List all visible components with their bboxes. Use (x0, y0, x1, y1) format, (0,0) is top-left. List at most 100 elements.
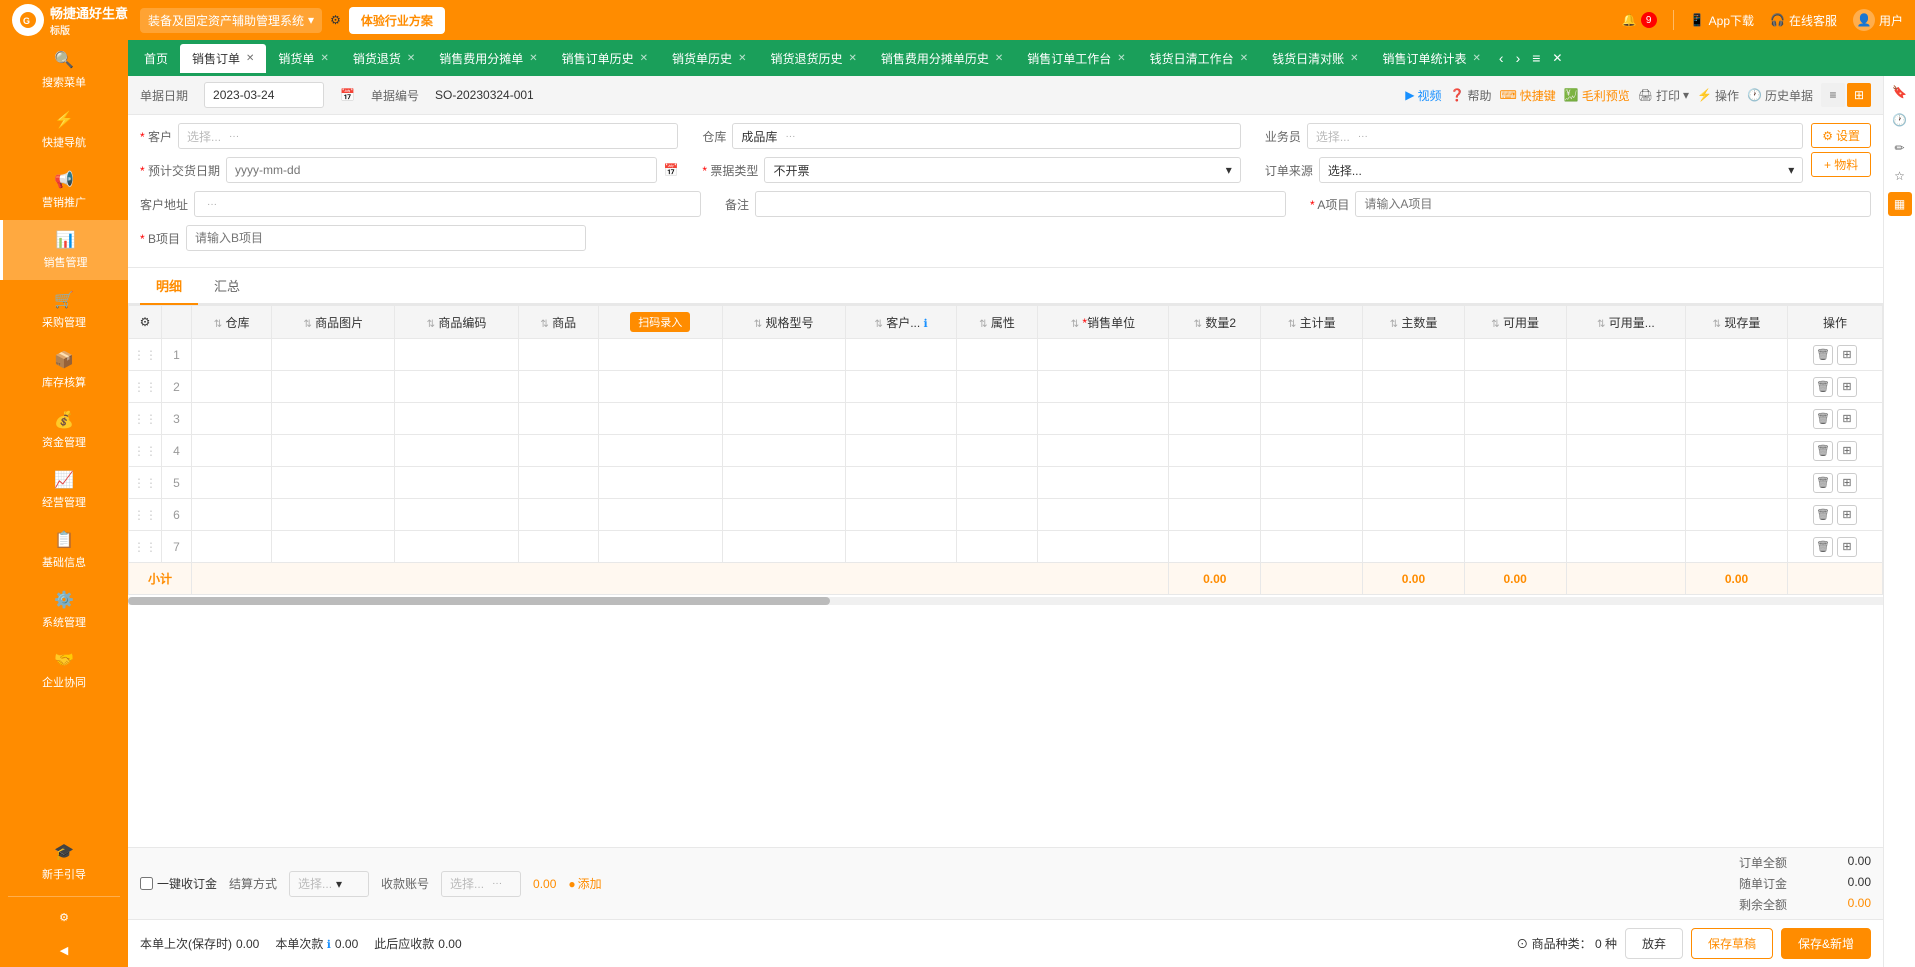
tab-nav-left[interactable]: ‹ (1493, 46, 1510, 70)
online-service-btn[interactable]: 🎧 在线客服 (1770, 12, 1837, 29)
row-copy-2[interactable]: ⊞ (1837, 377, 1857, 397)
row-attribute-5[interactable] (957, 467, 1037, 499)
tab-sales-bill[interactable]: 销货单 ✕ (266, 44, 340, 73)
list-view-btn[interactable]: ≡ (1821, 83, 1845, 107)
row-copy-5[interactable]: ⊞ (1837, 473, 1857, 493)
row-sales-unit-7[interactable] (1037, 531, 1169, 563)
right-sidebar-star[interactable]: ☆ (1888, 164, 1912, 188)
save-draft-btn[interactable]: 保存草稿 (1691, 928, 1773, 959)
row-code-1[interactable] (395, 339, 518, 371)
row-code-7[interactable] (395, 531, 518, 563)
sidebar-item-marketing[interactable]: 📢 营销推广 (0, 160, 128, 220)
notification-btn[interactable]: 🔔 9 (1622, 12, 1657, 28)
row-product-4[interactable] (518, 435, 598, 467)
row-main-qty-2[interactable] (1363, 371, 1465, 403)
row-drag-7[interactable]: ⋮⋮ (129, 531, 162, 563)
sidebar-item-purchase[interactable]: 🛒 采购管理 (0, 280, 128, 340)
row-main-qty-6[interactable] (1363, 499, 1465, 531)
history-btn[interactable]: 🕐 历史单据 (1747, 87, 1813, 104)
tab-close-daily-workbench[interactable]: ✕ (1240, 53, 1248, 64)
row-code-2[interactable] (395, 371, 518, 403)
sidebar-item-nav[interactable]: ⚡ 快捷导航 (0, 100, 128, 160)
tab-nav-list[interactable]: ≡ (1526, 46, 1546, 70)
sidebar-collapse-btn[interactable]: ◀ (0, 934, 128, 967)
row-delete-3[interactable]: 🗑 (1813, 409, 1833, 429)
row-code-5[interactable] (395, 467, 518, 499)
staff-input[interactable]: 选择... ··· (1307, 123, 1803, 149)
tab-sales-expense[interactable]: 销售费用分摊单 ✕ (427, 44, 549, 73)
row-warehouse-4[interactable] (192, 435, 272, 467)
warehouse-input[interactable]: 成品库 ··· (732, 123, 1240, 149)
save-new-btn[interactable]: 保存&新增 (1781, 928, 1871, 959)
tab-close-sales-return[interactable]: ✕ (407, 53, 415, 64)
tab-return-history[interactable]: 销货退货历史 ✕ (758, 44, 868, 73)
tab-expense-history[interactable]: 销售费用分摊单历史 ✕ (869, 44, 1015, 73)
row-code-6[interactable] (395, 499, 518, 531)
help-btn[interactable]: ❓ 帮助 (1450, 87, 1492, 104)
discard-btn[interactable]: 放弃 (1625, 928, 1683, 959)
sidebar-item-finance[interactable]: 💰 资金管理 (0, 400, 128, 460)
delivery-date-input[interactable] (226, 157, 657, 183)
sidebar-item-guide[interactable]: 🎓 新手引导 (0, 832, 128, 892)
row-customer-7[interactable] (845, 531, 957, 563)
operation-btn[interactable]: ⚡ 操作 (1697, 87, 1739, 104)
row-spec-4[interactable] (722, 435, 845, 467)
row-attribute-3[interactable] (957, 403, 1037, 435)
row-spec-2[interactable] (722, 371, 845, 403)
invoice-select[interactable]: 不开票 ▾ (764, 157, 1240, 183)
tab-close-order-history[interactable]: ✕ (640, 53, 648, 64)
row-product-6[interactable] (518, 499, 598, 531)
app-download-btn[interactable]: 📱 App下载 (1690, 12, 1754, 29)
note-input[interactable] (755, 191, 1286, 217)
row-qty2-1[interactable] (1169, 339, 1261, 371)
tab-sales-return[interactable]: 销货退货 ✕ (341, 44, 427, 73)
tab-sales-bill-history[interactable]: 销货单历史 ✕ (660, 44, 758, 73)
detail-tab-detail[interactable]: 明细 (140, 268, 198, 305)
col-settings-icon[interactable]: ⚙ (140, 315, 151, 329)
tab-daily-reconcile[interactable]: 钱货日清对账 ✕ (1260, 44, 1370, 73)
row-spec-5[interactable] (722, 467, 845, 499)
row-main-qty-1[interactable] (1363, 339, 1465, 371)
user-btn[interactable]: 👤 用户 (1853, 9, 1903, 31)
row-qty2-6[interactable] (1169, 499, 1261, 531)
row-sales-unit-3[interactable] (1037, 403, 1169, 435)
row-spec-6[interactable] (722, 499, 845, 531)
row-attribute-7[interactable] (957, 531, 1037, 563)
row-warehouse-5[interactable] (192, 467, 272, 499)
row-customer-4[interactable] (845, 435, 957, 467)
row-customer-1[interactable] (845, 339, 957, 371)
row-sales-unit-1[interactable] (1037, 339, 1169, 371)
sidebar-item-collaborate[interactable]: 🤝 企业协同 (0, 640, 128, 700)
delivery-calendar-icon[interactable]: 📅 (663, 163, 678, 177)
tab-sales-order-history[interactable]: 销售订单历史 ✕ (550, 44, 660, 73)
tab-close-bill-history[interactable]: ✕ (738, 53, 746, 64)
sidebar-settings-btn[interactable]: ⚙ (0, 901, 128, 934)
tab-order-workbench[interactable]: 销售订单工作台 ✕ (1015, 44, 1137, 73)
row-product-2[interactable] (518, 371, 598, 403)
row-customer-3[interactable] (845, 403, 957, 435)
row-warehouse-2[interactable] (192, 371, 272, 403)
row-copy-3[interactable]: ⊞ (1837, 409, 1857, 429)
calendar-icon[interactable]: 📅 (340, 88, 355, 102)
row-delete-6[interactable]: 🗑 (1813, 505, 1833, 525)
row-drag-2[interactable]: ⋮⋮ (129, 371, 162, 403)
payment-method-select[interactable]: 选择... ▾ (289, 871, 369, 897)
row-qty2-5[interactable] (1169, 467, 1261, 499)
tab-daily-workbench[interactable]: 钱货日清工作台 ✕ (1138, 44, 1260, 73)
row-qty2-3[interactable] (1169, 403, 1261, 435)
tab-close-return-history[interactable]: ✕ (848, 53, 856, 64)
row-main-qty-7[interactable] (1363, 531, 1465, 563)
row-sales-unit-6[interactable] (1037, 499, 1169, 531)
row-qty2-4[interactable] (1169, 435, 1261, 467)
print-btn[interactable]: 🖨 打印 ▾ (1638, 87, 1689, 104)
row-customer-6[interactable] (845, 499, 957, 531)
staff-dots[interactable]: ··· (1358, 131, 1368, 142)
row-drag-6[interactable]: ⋮⋮ (129, 499, 162, 531)
row-warehouse-6[interactable] (192, 499, 272, 531)
gear-icon[interactable]: ⚙ (330, 13, 341, 27)
customer-dots[interactable]: ··· (229, 131, 239, 142)
detail-tab-summary[interactable]: 汇总 (198, 268, 256, 305)
row-product-7[interactable] (518, 531, 598, 563)
barcode-btn[interactable]: 扫码录入 (630, 312, 690, 332)
one-click-checkbox[interactable] (140, 877, 153, 890)
